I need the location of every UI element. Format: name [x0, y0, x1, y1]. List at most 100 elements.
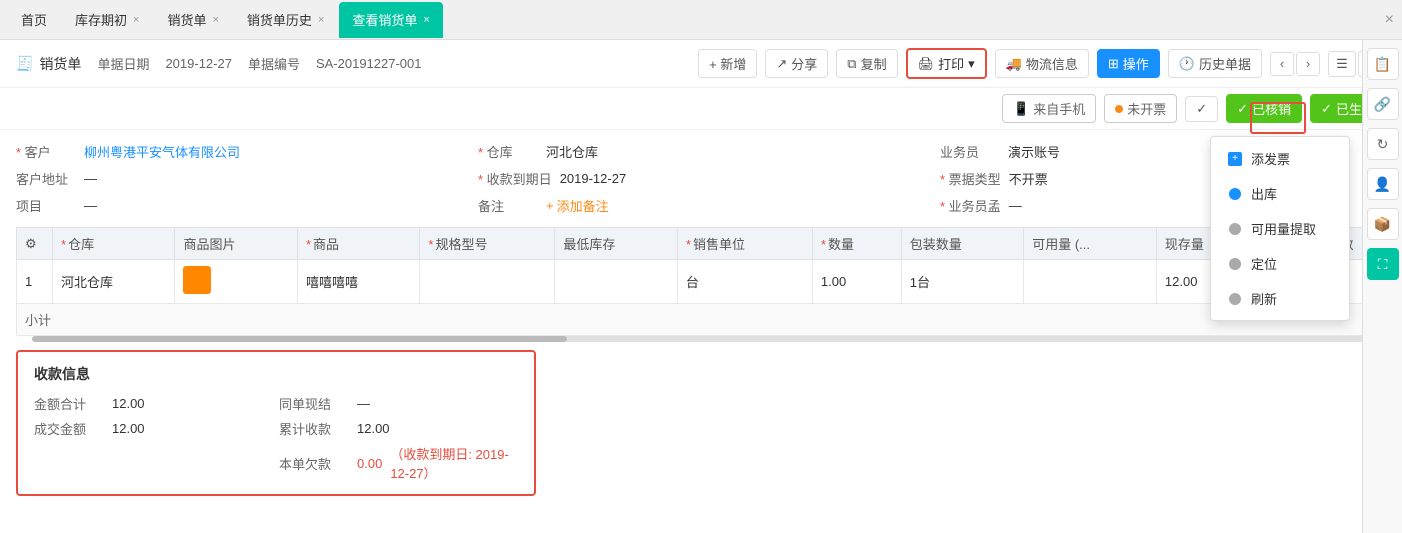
address-value: — — [84, 171, 97, 186]
dropdown-refresh[interactable]: 刷新 — [1211, 281, 1349, 316]
th-product: *商品 — [297, 228, 419, 260]
sidebar-package-btn[interactable]: 📦 — [1367, 208, 1399, 240]
doc-header-right: + 新增 ↗ 分享 ⧉ 复制 🖨 打印 ▾ 🚚 物流信息 ⊞ 操作 — [698, 48, 1386, 79]
table-row: 1 河北仓库 嘻嘻嘻嘻 台 1.00 1台 12.00 0. — [17, 260, 1386, 304]
th-qty: *数量 — [812, 228, 901, 260]
payment-title: 收款信息 — [34, 364, 518, 384]
th-warehouse: *仓库 — [53, 228, 175, 260]
tab-home-label: 首页 — [21, 10, 47, 29]
available-qty-icon — [1227, 221, 1243, 237]
sidebar-user-btn[interactable]: 👤 — [1367, 168, 1399, 200]
tab-sales-close[interactable]: × — [212, 14, 218, 26]
doc-number-label: 单据编号 — [248, 54, 300, 73]
dropdown-available-qty[interactable]: 可用量提取 — [1211, 211, 1349, 246]
right-sidebar: 📋 🔗 ↻ 👤 📦 ⛶ — [1362, 40, 1402, 533]
operations-label: 操作 — [1123, 54, 1149, 73]
logistics-icon: 🚚 — [1006, 56, 1022, 72]
th-spec: *规格型号 — [420, 228, 555, 260]
nav-next[interactable]: › — [1296, 52, 1320, 76]
add-note-button[interactable]: + 添加备注 — [546, 196, 609, 215]
cell-available — [1024, 260, 1157, 304]
main-content: 🧾 销货单 单据日期 2019-12-27 单据编号 SA-20191227-0… — [0, 40, 1402, 533]
data-table: ⚙ *仓库 商品图片 *商品 *规格型号 最低库存 *销售单位 *数量 包装数量… — [16, 227, 1386, 336]
outbound-label: 出库 — [1251, 184, 1277, 203]
sold-label: 已核销 — [1252, 99, 1291, 118]
share-button[interactable]: ↗ 分享 — [765, 49, 828, 78]
th-pkg-qty: 包装数量 — [901, 228, 1023, 260]
same-order-row: 同单现结 — — [279, 394, 518, 413]
doc-header: 🧾 销货单 单据日期 2019-12-27 单据编号 SA-20191227-0… — [0, 40, 1402, 88]
dropdown-outbound[interactable]: 出库 — [1211, 176, 1349, 211]
doc-date-label: 单据日期 — [97, 54, 149, 73]
history-label: 历史单据 — [1199, 54, 1251, 73]
print-chevron: ▾ — [968, 56, 975, 72]
not-open-dot — [1115, 105, 1123, 113]
circle-gray3-icon — [1229, 293, 1241, 305]
project-value: — — [84, 198, 97, 213]
warehouse-value: 河北仓库 — [546, 142, 598, 161]
deal-amount-label: 成交金额 — [34, 419, 104, 438]
th-settings[interactable]: ⚙ — [17, 228, 53, 260]
th-unit: *销售单位 — [677, 228, 812, 260]
tab-inventory-init[interactable]: 库存期初 × — [62, 2, 152, 38]
cell-unit: 台 — [677, 260, 812, 304]
tab-home[interactable]: 首页 — [8, 2, 60, 38]
view-list-btn[interactable]: ☰ — [1328, 51, 1356, 77]
address-row: 客户地址 — — [16, 169, 462, 188]
tab-bar: 首页 库存期初 × 销货单 × 销货单历史 × 查看销货单 × × — [0, 0, 1402, 40]
copy-icon: ⧉ — [847, 56, 856, 72]
sidebar-link-btn[interactable]: 🔗 — [1367, 88, 1399, 120]
print-button[interactable]: 🖨 打印 ▾ — [906, 48, 987, 79]
phone-icon: 📱 — [1013, 101, 1029, 117]
history-button[interactable]: 🕐 历史单据 — [1168, 49, 1262, 78]
dropdown-locate[interactable]: 定位 — [1211, 246, 1349, 281]
sidebar-refresh-btn[interactable]: ↻ — [1367, 128, 1399, 160]
owe-row: 本单欠款 0.00 （收款到期日: 2019-12-27） — [279, 444, 518, 482]
warehouse-row: 仓库 河北仓库 — [478, 142, 924, 161]
cumulative-label: 累计收款 — [279, 419, 349, 438]
doc-title: 🧾 销货单 — [16, 54, 81, 74]
project-label: 项目 — [16, 196, 76, 215]
tab-history-close[interactable]: × — [318, 14, 324, 26]
available-qty-label: 可用量提取 — [1251, 219, 1316, 238]
tab-view-close[interactable]: × — [423, 14, 429, 26]
add-invoice-icon: + — [1227, 151, 1243, 167]
tab-view-sales[interactable]: 查看销货单 × — [339, 2, 442, 38]
cell-product: 嘻嘻嘻嘻 — [297, 260, 419, 304]
customer-value[interactable]: 柳州粤港平安气体有限公司 — [84, 142, 240, 161]
doc-meta: 单据日期 2019-12-27 单据编号 SA-20191227-001 — [97, 54, 421, 73]
not-open-label: 未开票 — [1127, 99, 1166, 118]
staff2-label: 业务员孟 — [940, 196, 1001, 215]
cumulative-value: 12.00 — [357, 421, 390, 436]
confirm-button[interactable]: ✓ — [1185, 96, 1218, 122]
doc-icon: 🧾 — [16, 55, 33, 72]
cell-num: 1 — [17, 260, 53, 304]
not-open-button[interactable]: 未开票 — [1104, 94, 1177, 123]
new-button[interactable]: + 新增 — [698, 49, 757, 78]
sidebar-clipboard-btn[interactable]: 📋 — [1367, 48, 1399, 80]
form-area: 客户 柳州粤港平安气体有限公司 仓库 河北仓库 业务员 演示账号 客户地址 — … — [0, 130, 1402, 227]
owe-value: 0.00 — [357, 456, 382, 471]
logistics-button[interactable]: 🚚 物流信息 — [995, 49, 1089, 78]
payment-grid: 金额合计 12.00 成交金额 12.00 同单现结 — 累计收款 12.00 — [34, 394, 518, 482]
cell-warehouse: 河北仓库 — [53, 260, 175, 304]
warehouse-label: 仓库 — [478, 142, 538, 161]
dropdown-add-invoice[interactable]: + 添发票 — [1211, 141, 1349, 176]
sidebar-expand-btn[interactable]: ⛶ — [1367, 248, 1399, 280]
tab-sales-order[interactable]: 销货单 × — [154, 2, 231, 38]
table-scrollbar[interactable] — [32, 336, 1370, 342]
copy-button[interactable]: ⧉ 复制 — [836, 49, 897, 78]
tab-view-label: 查看销货单 — [352, 10, 417, 29]
note-row: 备注 + 添加备注 — [478, 196, 924, 215]
sold-button[interactable]: ✓ 已核销 — [1226, 94, 1302, 123]
operations-button[interactable]: ⊞ 操作 — [1097, 49, 1160, 78]
from-phone-button[interactable]: 📱 来自手机 — [1002, 94, 1096, 123]
refresh-icon — [1227, 291, 1243, 307]
tab-inventory-close[interactable]: × — [133, 14, 139, 26]
window-close-btn[interactable]: × — [1385, 11, 1394, 29]
nav-prev[interactable]: ‹ — [1270, 52, 1294, 76]
customer-label: 客户 — [16, 142, 76, 161]
tab-sales-history[interactable]: 销货单历史 × — [234, 2, 337, 38]
circle-gray-icon — [1229, 223, 1241, 235]
print-icon: 🖨 — [918, 56, 935, 72]
